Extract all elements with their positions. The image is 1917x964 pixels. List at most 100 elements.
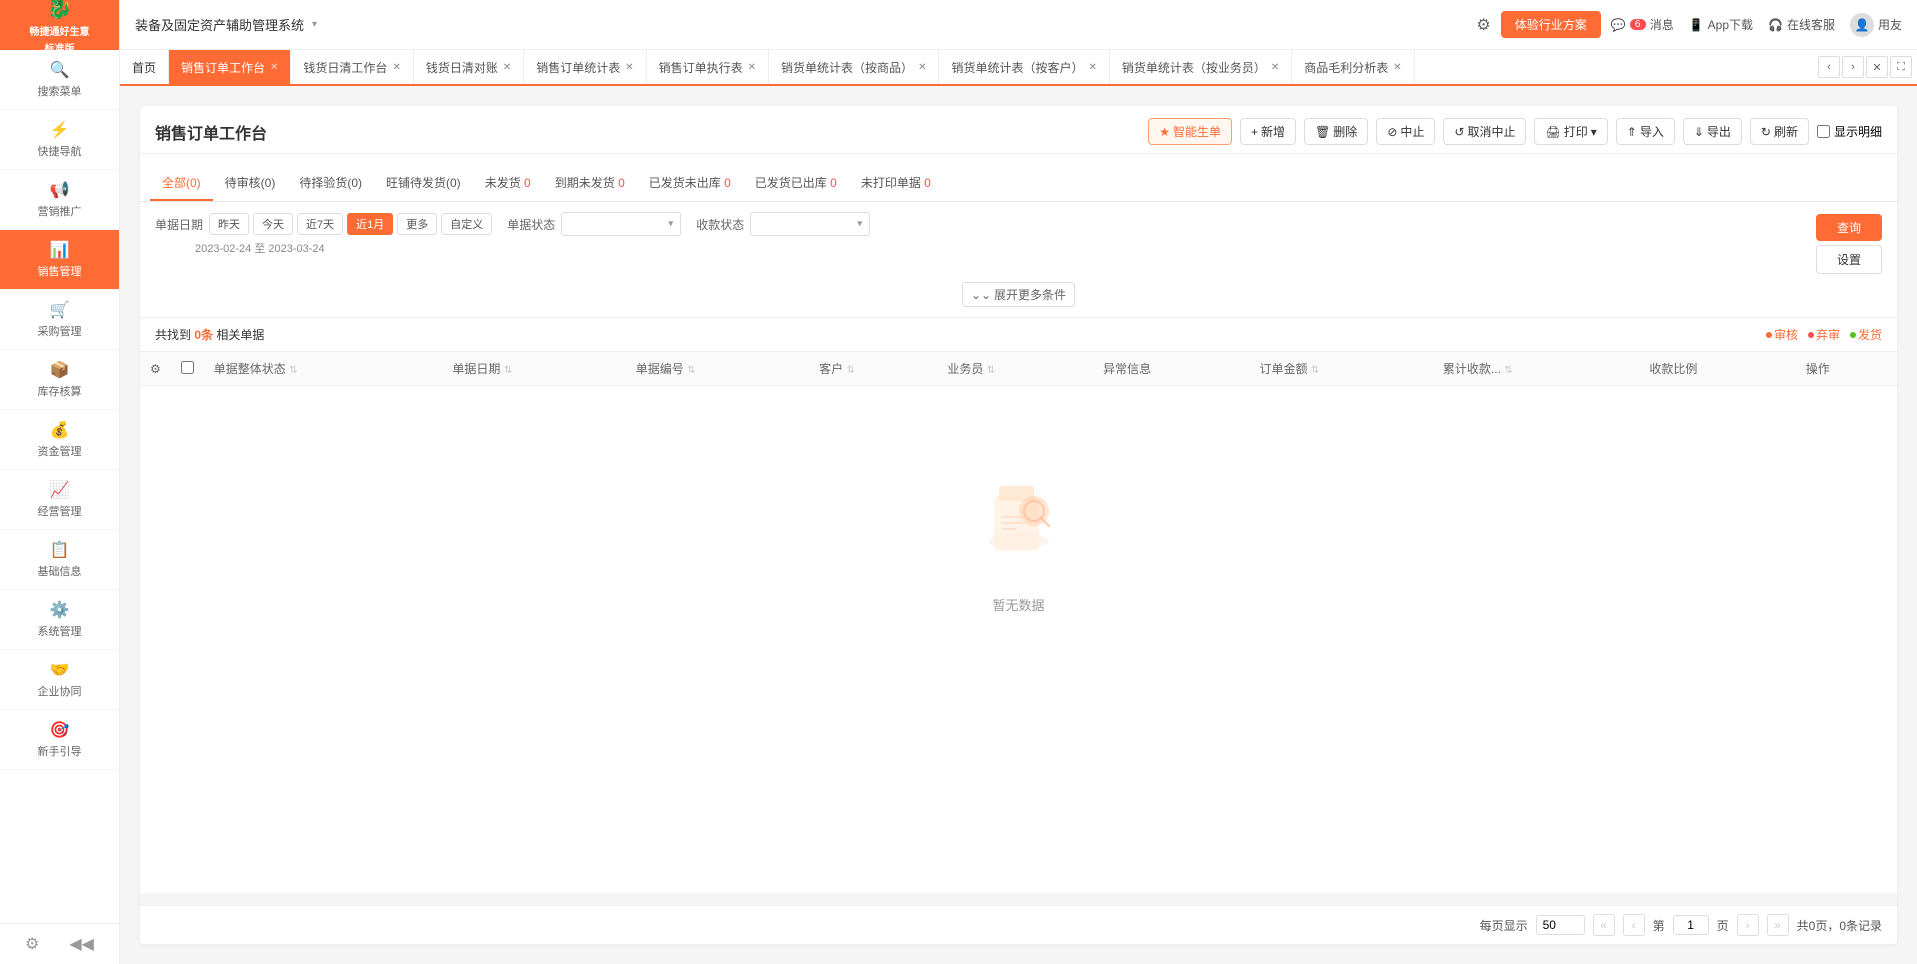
sub-tab-overdue-ship[interactable]: 到期未发货 0	[543, 166, 637, 201]
tab-close-all[interactable]: ✕	[1866, 56, 1888, 78]
tab-sales-product[interactable]: 销货单统计表（按商品） ✕	[769, 50, 939, 85]
tab-sales-exec-close[interactable]: ✕	[748, 62, 756, 73]
sub-tab-unshipped[interactable]: 未发货 0	[473, 166, 543, 201]
expand-filter-button[interactable]: ⌄⌄ 展开更多条件	[962, 282, 1075, 307]
tab-daily-reconcile-close[interactable]: ✕	[503, 62, 511, 73]
tab-sales-staff-close[interactable]: ✕	[1271, 62, 1279, 73]
sidebar-item-system[interactable]: ⚙️ 系统管理	[0, 590, 119, 650]
tab-sales-stats-close[interactable]: ✕	[625, 62, 633, 73]
sidebar-item-inventory[interactable]: 📦 库存核算	[0, 350, 119, 410]
sidebar-bottom: ⚙ ◀◀	[0, 923, 119, 964]
sidebar-item-operation[interactable]: 📈 经营管理	[0, 470, 119, 530]
tab-maximize[interactable]: ⛶	[1890, 56, 1912, 78]
sidebar-item-marketing[interactable]: 📢 营销推广	[0, 170, 119, 230]
sidebar-item-purchase[interactable]: 🛒 采购管理	[0, 290, 119, 350]
empty-svg	[969, 466, 1069, 566]
tab-sales-workbench-close[interactable]: ✕	[270, 62, 278, 73]
tab-sales-staff[interactable]: 销货单统计表（按业务员） ✕	[1110, 50, 1292, 85]
tab-gross-profit-close[interactable]: ✕	[1393, 62, 1401, 73]
tab-daily-reconcile[interactable]: 钱货日清对账 ✕	[414, 50, 524, 85]
add-button[interactable]: + 新增	[1240, 118, 1296, 145]
receipt-select[interactable]	[750, 212, 870, 236]
tab-daily-clear[interactable]: 钱货日清工作台 ✕	[291, 50, 413, 85]
tab-scroll-left[interactable]: ‹	[1818, 56, 1840, 78]
cumulative-sort-icon[interactable]: ⇅	[1504, 365, 1512, 376]
last-page-btn[interactable]: »	[1767, 914, 1789, 936]
delete-button[interactable]: 🗑 删除	[1304, 118, 1368, 145]
tab-sales-exec[interactable]: 销售订单执行表 ✕	[647, 50, 769, 85]
tab-sales-customer[interactable]: 销货单统计表（按客户） ✕	[939, 50, 1109, 85]
solution-button[interactable]: 体验行业方案	[1501, 11, 1601, 38]
topbar-dropdown-icon[interactable]: ▾	[312, 19, 317, 30]
horizontal-scrollbar[interactable]	[140, 893, 1897, 905]
sidebar-item-search-label: 搜索菜单	[38, 83, 82, 99]
sidebar-item-search[interactable]: 🔍 搜索菜单	[0, 50, 119, 110]
tab-scroll-right[interactable]: ›	[1842, 56, 1864, 78]
user-label: 用友	[1878, 16, 1902, 33]
sub-tab-shipped-out[interactable]: 已发货已出库 0	[743, 166, 849, 201]
smart-btn[interactable]: ★ 智能生单	[1148, 118, 1232, 145]
date-btn-7days[interactable]: 近7天	[297, 213, 343, 235]
refresh-button[interactable]: ↻ 刷新	[1750, 118, 1809, 145]
status-select[interactable]	[561, 212, 681, 236]
date-btn-today[interactable]: 今天	[253, 213, 293, 235]
sub-tab-wangpu-ship[interactable]: 旺铺待发货(0)	[374, 166, 473, 201]
date-btn-more[interactable]: 更多	[397, 213, 437, 235]
show-detail-label[interactable]: 显示明细	[1817, 123, 1882, 140]
approve-action-btn[interactable]: 审核	[1766, 326, 1798, 343]
collapse-icon[interactable]: ◀◀	[69, 934, 94, 954]
tab-sales-customer-close[interactable]: ✕	[1088, 62, 1096, 73]
sub-tab-pending-review[interactable]: 待审核(0)	[213, 166, 288, 201]
tab-gross-profit[interactable]: 商品毛利分析表 ✕	[1292, 50, 1414, 85]
th-staff: 业务员 ⇅	[937, 352, 1093, 386]
app-download-button[interactable]: 📱 App下载	[1689, 16, 1753, 33]
sidebar-item-basic[interactable]: 📋 基础信息	[0, 530, 119, 590]
cancel-stop-button[interactable]: ↺ 取消中止	[1443, 118, 1526, 145]
select-all-checkbox[interactable]	[181, 361, 194, 374]
next-page-btn[interactable]: ›	[1737, 914, 1759, 936]
sub-tab-pending-inspect[interactable]: 待择验货(0)	[287, 166, 374, 201]
tab-sales-stats[interactable]: 销售订单统计表 ✕	[524, 50, 646, 85]
tab-daily-clear-close[interactable]: ✕	[392, 62, 400, 73]
message-button[interactable]: 💬 6 消息	[1611, 16, 1674, 33]
page-input[interactable]	[1673, 915, 1709, 935]
date-btn-1month[interactable]: 近1月	[347, 213, 393, 235]
sidebar-item-sales[interactable]: 📊 销售管理	[0, 230, 119, 290]
sidebar-item-guide[interactable]: 🎯 新手引导	[0, 710, 119, 770]
topbar-settings-icon[interactable]: ⚙	[1476, 15, 1490, 35]
sidebar-item-nav[interactable]: ⚡ 快捷导航	[0, 110, 119, 170]
doc-status-sort-icon[interactable]: ⇅	[289, 365, 297, 376]
doc-date-sort-icon[interactable]: ⇅	[504, 365, 512, 376]
sidebar-item-finance[interactable]: 💰 资金管理	[0, 410, 119, 470]
tab-home[interactable]: 首页	[120, 50, 169, 85]
page-size-select[interactable]: 50 100 200	[1536, 915, 1585, 935]
doc-number-sort-icon[interactable]: ⇅	[687, 365, 695, 376]
first-page-btn[interactable]: «	[1593, 914, 1615, 936]
prev-page-btn[interactable]: ‹	[1623, 914, 1645, 936]
sub-tab-shipped-not-out[interactable]: 已发货未出库 0	[637, 166, 743, 201]
import-button[interactable]: ⇑ 导入	[1616, 118, 1675, 145]
ship-action-btn[interactable]: 发货	[1850, 326, 1882, 343]
stop-button[interactable]: ⊘ 中止	[1376, 118, 1435, 145]
order-amount-sort-icon[interactable]: ⇅	[1311, 365, 1319, 376]
staff-sort-icon[interactable]: ⇅	[987, 365, 995, 376]
query-button[interactable]: 查询	[1816, 214, 1882, 241]
export-button[interactable]: ⇓ 导出	[1683, 118, 1742, 145]
user-button[interactable]: 👤 用友	[1850, 13, 1902, 37]
tab-sales-product-close[interactable]: ✕	[918, 62, 926, 73]
print-button[interactable]: 🖨 打印 ▾	[1534, 118, 1607, 145]
date-btn-yesterday[interactable]: 昨天	[209, 213, 249, 235]
cancel-approve-action-btn[interactable]: 弃审	[1808, 326, 1840, 343]
sidebar-item-collab[interactable]: 🤝 企业协同	[0, 650, 119, 710]
date-btn-custom[interactable]: 自定义	[441, 213, 492, 235]
status-filter-label: 单据状态	[507, 216, 555, 233]
filter-settings-button[interactable]: 设置	[1816, 245, 1882, 274]
column-settings-icon[interactable]: ⚙	[150, 362, 161, 376]
settings-bottom-icon[interactable]: ⚙	[25, 934, 39, 954]
tab-sales-workbench[interactable]: 销售订单工作台 ✕	[169, 50, 291, 85]
show-detail-checkbox[interactable]	[1817, 125, 1830, 138]
sub-tab-all[interactable]: 全部(0)	[150, 166, 213, 201]
sub-tab-unprinted[interactable]: 未打印单据 0	[849, 166, 943, 201]
online-service-button[interactable]: 🎧 在线客服	[1768, 16, 1835, 33]
customer-sort-icon[interactable]: ⇅	[846, 365, 854, 376]
